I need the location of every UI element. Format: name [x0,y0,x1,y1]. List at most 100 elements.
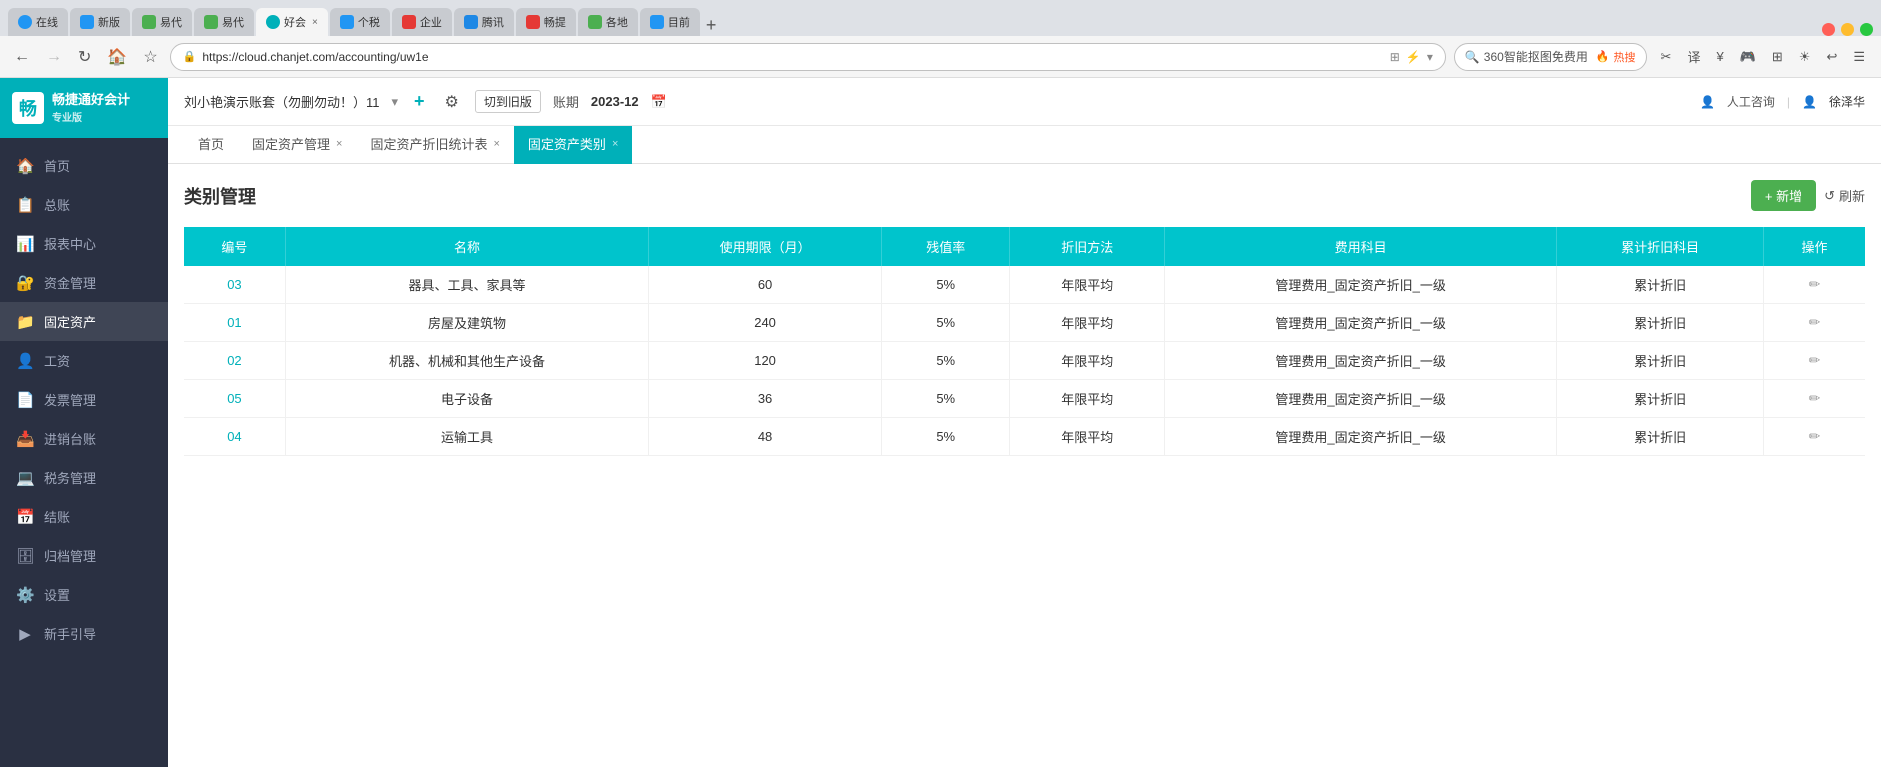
address-bar[interactable]: 🔒 https://cloud.chanjet.com/accounting/u… [170,43,1446,71]
switch-version-btn[interactable]: 切到旧版 [475,90,541,113]
reports-icon: 📊 [16,235,34,253]
browser-tab-6[interactable]: 企业 [392,8,452,36]
sidebar-label-settlement: 结账 [44,507,70,526]
sidebar: 畅 畅捷通好会计 专业版 🏠 首页 📋 总账 📊 报表中心 🔐 资金管理 [0,78,168,767]
sidebar-logo: 畅 畅捷通好会计 专业版 [0,78,168,138]
cell-id-1[interactable]: 01 [184,304,285,342]
browser-tab-4[interactable]: 好会 × [256,8,328,36]
edit-btn-1[interactable]: ✏ [1809,314,1821,330]
browser-tab-0[interactable]: 在线 [8,8,68,36]
win-min-btn[interactable] [1841,23,1854,36]
table-row: 03 器具、工具、家具等 60 5% 年限平均 管理费用_固定资产折旧_一级 累… [184,266,1865,304]
browser-tab-7[interactable]: 腾讯 [454,8,514,36]
browser-tab-1[interactable]: 新版 [70,8,130,36]
browser-tab-3[interactable]: 易代 [194,8,254,36]
header-settings-btn[interactable]: ⚙ [441,90,463,114]
browser-tab-9[interactable]: 各地 [578,8,638,36]
sidebar-item-payroll[interactable]: 👤 工资 [0,341,168,380]
tab-close-4[interactable]: × [312,17,318,28]
sidebar-item-archive[interactable]: 🗄 归档管理 [0,536,168,575]
nav-forward-btn[interactable]: → [42,46,66,68]
page-tab-assets-mgmt[interactable]: 固定资产管理 × [238,126,356,164]
cell-action-0: ✏ [1764,266,1865,304]
cell-rate-4: 5% [881,418,1009,456]
tab-icon-4 [266,15,280,29]
cell-id-2[interactable]: 02 [184,342,285,380]
dropdown-icon[interactable]: ▾ [1427,50,1433,64]
browser-tab-2[interactable]: 易代 [132,8,192,36]
cell-method-3: 年限平均 [1010,380,1165,418]
theme-icon[interactable]: ☀ [1793,47,1817,67]
game-icon[interactable]: 🎮 [1734,47,1762,67]
logo-icon: 畅 [12,92,44,124]
username-label: 徐泽华 [1829,93,1865,110]
sidebar-item-ledger[interactable]: 📋 总账 [0,185,168,224]
page-tab-home[interactable]: 首页 [184,126,238,164]
cell-id-4[interactable]: 04 [184,418,285,456]
cell-expense-2: 管理费用_固定资产折旧_一级 [1165,342,1557,380]
sidebar-label-assets: 固定资产 [44,312,96,331]
col-rate: 残值率 [881,227,1009,266]
refresh-label: 刷新 [1839,186,1865,205]
page-tab-depreciation-close[interactable]: × [493,138,499,150]
nav-reload-btn[interactable]: ↻ [74,45,95,69]
header-add-btn[interactable]: + [410,89,429,114]
sidebar-item-tax[interactable]: 💻 税务管理 [0,458,168,497]
grid-icon[interactable]: ⊞ [1766,47,1789,67]
table-row: 01 房屋及建筑物 240 5% 年限平均 管理费用_固定资产折旧_一级 累计折… [184,304,1865,342]
logo-text: 畅捷通好会计 [52,92,130,109]
edit-btn-0[interactable]: ✏ [1809,276,1821,292]
page-body: 类别管理 + 新增 ↺ 刷新 编号 名称 使用期限（月） 残值率 [168,164,1881,767]
new-tab-button[interactable]: + [702,15,721,36]
sidebar-item-inventory[interactable]: 📥 进销台账 [0,419,168,458]
edit-btn-3[interactable]: ✏ [1809,390,1821,406]
nav-back-btn[interactable]: ← [10,46,34,68]
tab-label-7: 腾讯 [482,14,504,30]
refresh-btn[interactable]: ↺ 刷新 [1824,186,1865,205]
user-dropdown-icon[interactable]: ▾ [392,94,399,110]
sidebar-label-archive: 归档管理 [44,546,96,565]
search-bar[interactable]: 🔍 360智能抠图免费用 🔥 热搜 [1454,43,1647,71]
tab-icon-5 [340,15,354,29]
edit-btn-4[interactable]: ✏ [1809,428,1821,444]
sidebar-item-funds[interactable]: 🔐 资金管理 [0,263,168,302]
sidebar-item-settlement[interactable]: 📅 结账 [0,497,168,536]
cut-icon[interactable]: ✂ [1655,47,1678,67]
consult-label[interactable]: 人工咨询 [1727,93,1775,110]
cell-id-0[interactable]: 03 [184,266,285,304]
search-label: 360智能抠图免费用 [1484,48,1588,65]
browser-tab-10[interactable]: 目前 [640,8,700,36]
sidebar-item-invoice[interactable]: 📄 发票管理 [0,380,168,419]
page-tab-category[interactable]: 固定资产类别 × [514,126,632,164]
browser-tab-8[interactable]: 畅提 [516,8,576,36]
add-category-btn[interactable]: + 新增 [1751,180,1816,211]
page-tab-category-close[interactable]: × [612,138,618,150]
wallet-icon[interactable]: ¥ [1710,47,1729,66]
sidebar-item-settings[interactable]: ⚙️ 设置 [0,575,168,614]
sidebar-item-fixed-assets[interactable]: 📁 固定资产 [0,302,168,341]
nav-home-btn[interactable]: 🏠 [103,45,131,69]
menu-icon[interactable]: ☰ [1847,47,1871,67]
cell-name-4: 运输工具 [285,418,648,456]
edit-btn-2[interactable]: ✏ [1809,352,1821,368]
tab-label-2: 易代 [160,14,182,30]
sidebar-item-guide[interactable]: ▶ 新手引导 [0,614,168,653]
browser-nav-bar: ← → ↻ 🏠 ☆ 🔒 https://cloud.chanjet.com/ac… [0,36,1881,78]
translate-icon[interactable]: 译 [1681,45,1706,68]
sidebar-item-reports[interactable]: 📊 报表中心 [0,224,168,263]
sidebar-label-home: 首页 [44,156,70,175]
category-table: 编号 名称 使用期限（月） 残值率 折旧方法 费用科目 累计折旧科目 操作 03… [184,227,1865,456]
cell-action-2: ✏ [1764,342,1865,380]
cell-id-3[interactable]: 05 [184,380,285,418]
col-name: 名称 [285,227,648,266]
calendar-icon[interactable]: 📅 [651,94,667,110]
win-max-btn[interactable] [1860,23,1873,36]
sidebar-item-home[interactable]: 🏠 首页 [0,146,168,185]
win-close-btn[interactable] [1822,23,1835,36]
cell-period-0: 60 [649,266,882,304]
browser-tab-5[interactable]: 个税 [330,8,390,36]
undo-icon[interactable]: ↩ [1820,47,1843,67]
page-tab-depreciation[interactable]: 固定资产折旧统计表 × [356,126,513,164]
nav-bookmark-btn[interactable]: ☆ [139,45,161,69]
page-tab-assets-close[interactable]: × [336,138,342,150]
